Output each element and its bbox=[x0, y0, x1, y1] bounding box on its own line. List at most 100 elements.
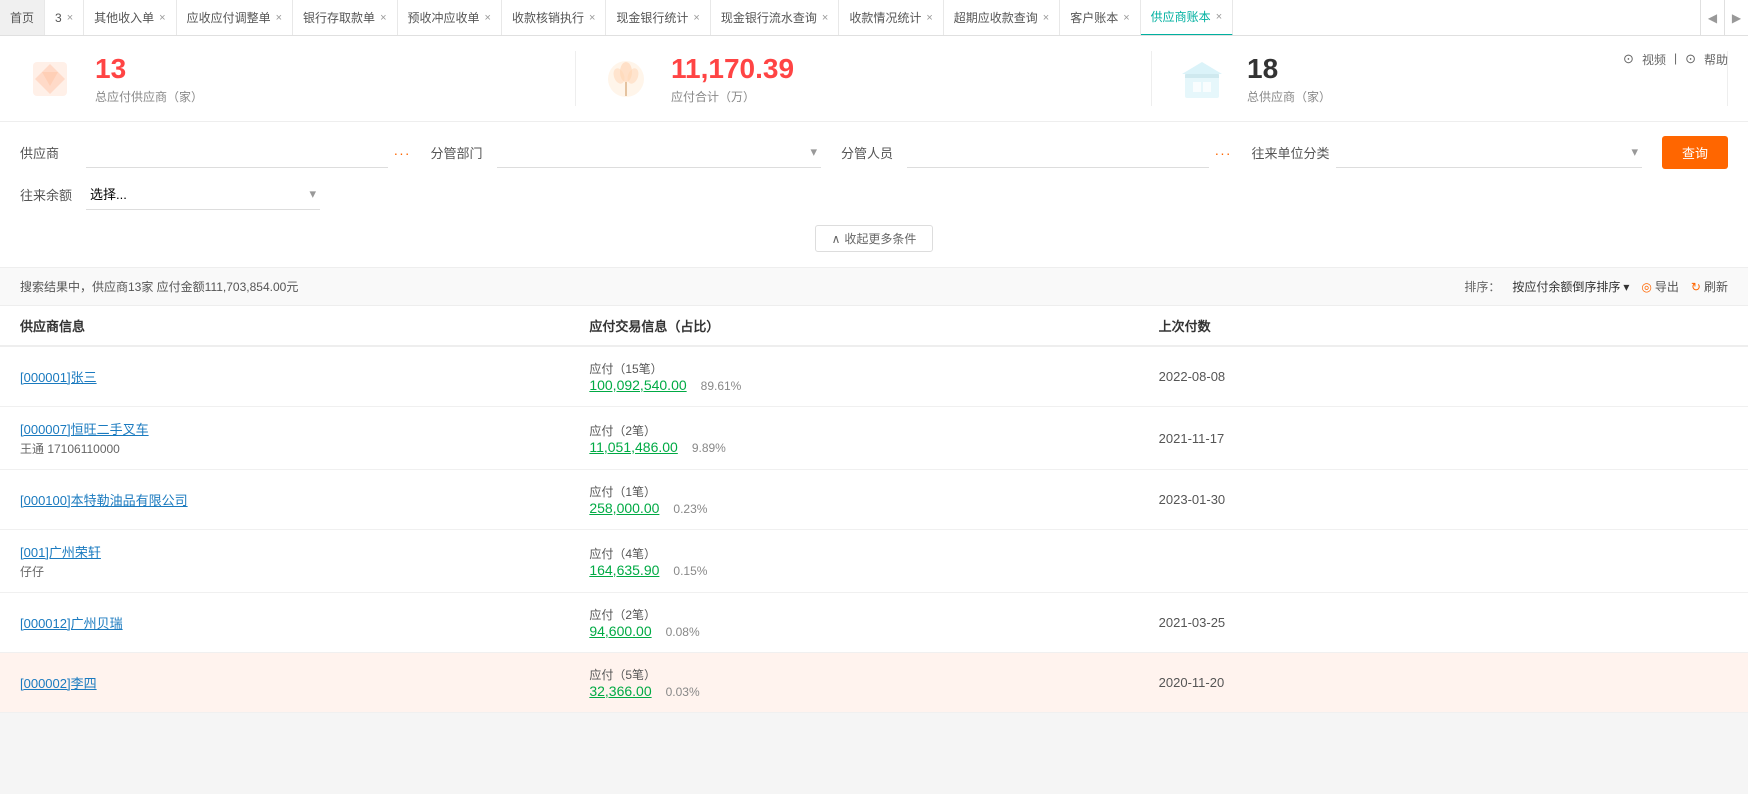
filter-department-select[interactable] bbox=[497, 137, 822, 167]
tx-row: 164,635.90 0.15% bbox=[589, 562, 1158, 578]
summary-label-total-payable: 应付合计（万） bbox=[671, 88, 794, 105]
nav-tab-bank-deposit[interactable]: 银行存取款单 × bbox=[293, 0, 397, 36]
refresh-button[interactable]: ↻ 刷新 bbox=[1691, 278, 1728, 295]
nav-tab-ar-ap-adjust-close[interactable]: × bbox=[276, 12, 282, 24]
filter-balance-select[interactable]: 选择... bbox=[86, 179, 320, 209]
last-pay-cell: 2021-11-17 bbox=[1159, 431, 1728, 446]
tx-cell: 应付（2笔） 11,051,486.00 9.89% bbox=[589, 422, 1158, 455]
summary-label-total-suppliers: 总供应商（家） bbox=[1247, 88, 1331, 105]
nav-tab-receipt-verify-close[interactable]: × bbox=[589, 12, 595, 24]
export-icon: ◎ bbox=[1641, 280, 1651, 294]
nav-tab-prepay-ar[interactable]: 预收冲应收单 × bbox=[398, 0, 502, 36]
nav-tab-customer-ledger-label: 客户账本 bbox=[1070, 9, 1118, 26]
nav-tab-other-income-close[interactable]: × bbox=[159, 12, 165, 24]
tx-label: 应付（2笔） bbox=[589, 422, 1158, 439]
table-body: [000001]张三 应付（15笔） 100,092,540.00 89.61%… bbox=[0, 347, 1748, 713]
supplier-link[interactable]: [001]广州荣轩 bbox=[20, 545, 101, 560]
filter-balance: 往来余额 选择... ▾ bbox=[20, 179, 320, 210]
nav-tab-cash-flow-close[interactable]: × bbox=[822, 12, 828, 24]
nav-tab-supplier-ledger-close[interactable]: × bbox=[1216, 11, 1222, 23]
nav-tab-bank-deposit-close[interactable]: × bbox=[380, 12, 386, 24]
supplier-link[interactable]: [000100]本特勒油品有限公司 bbox=[20, 493, 188, 508]
tx-pct: 0.15% bbox=[673, 564, 707, 578]
tx-amount-link[interactable]: 164,635.90 bbox=[589, 562, 659, 578]
tx-label: 应付（4笔） bbox=[589, 545, 1158, 562]
collapse-button[interactable]: ∧ 收起更多条件 bbox=[815, 225, 934, 252]
tx-amount-link[interactable]: 94,600.00 bbox=[589, 623, 651, 639]
nav-tab-other-income[interactable]: 其他收入单 × bbox=[84, 0, 176, 36]
tx-row: 32,366.00 0.03% bbox=[589, 683, 1158, 699]
tx-cell: 应付（2笔） 94,600.00 0.08% bbox=[589, 606, 1158, 639]
result-bar: 搜索结果中，供应商13家 应付金额111,703,854.00元 排序： 按应付… bbox=[0, 268, 1748, 306]
supplier-link[interactable]: [000012]广州贝瑞 bbox=[20, 616, 123, 631]
tx-pct: 9.89% bbox=[692, 441, 726, 455]
nav-tab-receipt-stat[interactable]: 收款情况统计 × bbox=[839, 0, 943, 36]
nav-tab-prepay-ar-label: 预收冲应收单 bbox=[408, 9, 480, 26]
video-link[interactable]: 视频 bbox=[1642, 51, 1666, 68]
nav-scroll-right[interactable]: ▶ bbox=[1724, 0, 1748, 36]
tx-pct: 89.61% bbox=[701, 379, 742, 393]
nav-scroll-left[interactable]: ◀ bbox=[1700, 0, 1724, 36]
nav-tab-cash-flow[interactable]: 现金银行流水查询 × bbox=[711, 0, 839, 36]
tx-pct: 0.03% bbox=[666, 685, 700, 699]
nav-tab-supplier-ledger[interactable]: 供应商账本 × bbox=[1141, 0, 1233, 36]
nav-tab-overdue-ar[interactable]: 超期应收款查询 × bbox=[944, 0, 1060, 36]
tx-row: 100,092,540.00 89.61% bbox=[589, 377, 1158, 393]
table-row: [000001]张三 应付（15笔） 100,092,540.00 89.61%… bbox=[0, 347, 1748, 407]
nav-tab-cash-bank-stat[interactable]: 现金银行统计 × bbox=[606, 0, 710, 36]
top-right-links: ⊙ 视频 | ⊙ 帮助 bbox=[1623, 51, 1728, 68]
nav-tab-ar-ap-adjust[interactable]: 应收应付调整单 × bbox=[177, 0, 293, 36]
export-button[interactable]: ◎ 导出 bbox=[1641, 278, 1679, 295]
supplier-link[interactable]: [000007]恒旺二手叉车 bbox=[20, 422, 149, 437]
collapse-button-label: 收起更多条件 bbox=[844, 230, 916, 247]
search-button[interactable]: 查询 bbox=[1662, 136, 1728, 169]
nav-tab-overdue-ar-label: 超期应收款查询 bbox=[954, 9, 1038, 26]
filter-supplier: 供应商 ··· bbox=[20, 138, 411, 168]
filter-category-label: 往来单位分类 bbox=[1252, 143, 1330, 162]
nav-tab-prepay-ar-close[interactable]: × bbox=[485, 12, 491, 24]
supplier-link[interactable]: [000002]李四 bbox=[20, 676, 97, 691]
nav-tab-3-label: 3 bbox=[55, 11, 62, 25]
last-pay-cell: 2021-03-25 bbox=[1159, 615, 1728, 630]
filter-manager-dots[interactable]: ··· bbox=[1215, 145, 1232, 161]
nav-tab-ar-ap-adjust-label: 应收应付调整单 bbox=[187, 9, 271, 26]
summary-value-total-payable: 11,170.39 bbox=[671, 52, 794, 86]
supplier-link[interactable]: [000001]张三 bbox=[20, 370, 97, 385]
nav-tab-overdue-ar-close[interactable]: × bbox=[1043, 12, 1049, 24]
filter-department-label: 分管部门 bbox=[431, 143, 491, 162]
nav-tab-receipt-verify-label: 收款核销执行 bbox=[512, 9, 584, 26]
tx-amount-link[interactable]: 11,051,486.00 bbox=[589, 439, 678, 455]
nav-tab-cash-bank-stat-close[interactable]: × bbox=[693, 12, 699, 24]
video-icon: ⊙ bbox=[1623, 51, 1634, 68]
summary-value-suppliers-payable: 13 bbox=[95, 52, 203, 86]
summary-item-suppliers-payable: 13 总应付供应商（家） bbox=[20, 51, 576, 106]
summary-text-total-suppliers: 18 总供应商（家） bbox=[1247, 52, 1331, 105]
nav-tab-3-close[interactable]: × bbox=[67, 12, 73, 24]
tx-amount-link[interactable]: 32,366.00 bbox=[589, 683, 651, 699]
tx-amount-link[interactable]: 258,000.00 bbox=[589, 500, 659, 516]
tx-amount-link[interactable]: 100,092,540.00 bbox=[589, 377, 686, 393]
supplier-cell: [000012]广州贝瑞 bbox=[20, 613, 589, 632]
filter-supplier-dots[interactable]: ··· bbox=[394, 145, 411, 161]
supplier-cell: [000001]张三 bbox=[20, 367, 589, 386]
refresh-icon: ↻ bbox=[1691, 280, 1701, 294]
nav-tab-home[interactable]: 首页 bbox=[0, 0, 45, 36]
nav-tab-receipt-stat-close[interactable]: × bbox=[926, 12, 932, 24]
sort-select[interactable]: 按应付余额倒序排序 ▾ bbox=[1512, 278, 1629, 295]
table-row: [000007]恒旺二手叉车 王通 17106110000 应付（2笔） 11,… bbox=[0, 407, 1748, 470]
supplier-sub-info: 王通 17106110000 bbox=[20, 440, 589, 457]
help-link[interactable]: 帮助 bbox=[1704, 51, 1728, 68]
filter-manager-input[interactable] bbox=[907, 138, 1209, 168]
nav-tab-receipt-verify[interactable]: 收款核销执行 × bbox=[502, 0, 606, 36]
tx-cell: 应付（4笔） 164,635.90 0.15% bbox=[589, 545, 1158, 578]
filter-area: 供应商 ··· 分管部门 ▾ 分管人员 ··· 往来单位分类 bbox=[0, 122, 1748, 268]
filter-supplier-input[interactable] bbox=[86, 138, 388, 168]
supplier-cell: [001]广州荣轩 仔仔 bbox=[20, 542, 589, 580]
nav-tab-customer-ledger[interactable]: 客户账本 × bbox=[1060, 0, 1140, 36]
nav-tab-customer-ledger-close[interactable]: × bbox=[1123, 12, 1129, 24]
tx-label: 应付（1笔） bbox=[589, 483, 1158, 500]
nav-tab-3[interactable]: 3 × bbox=[45, 0, 84, 36]
filter-category-select[interactable] bbox=[1336, 137, 1642, 167]
filter-category-wrap: ▾ bbox=[1336, 137, 1642, 168]
tx-pct: 0.23% bbox=[673, 502, 707, 516]
